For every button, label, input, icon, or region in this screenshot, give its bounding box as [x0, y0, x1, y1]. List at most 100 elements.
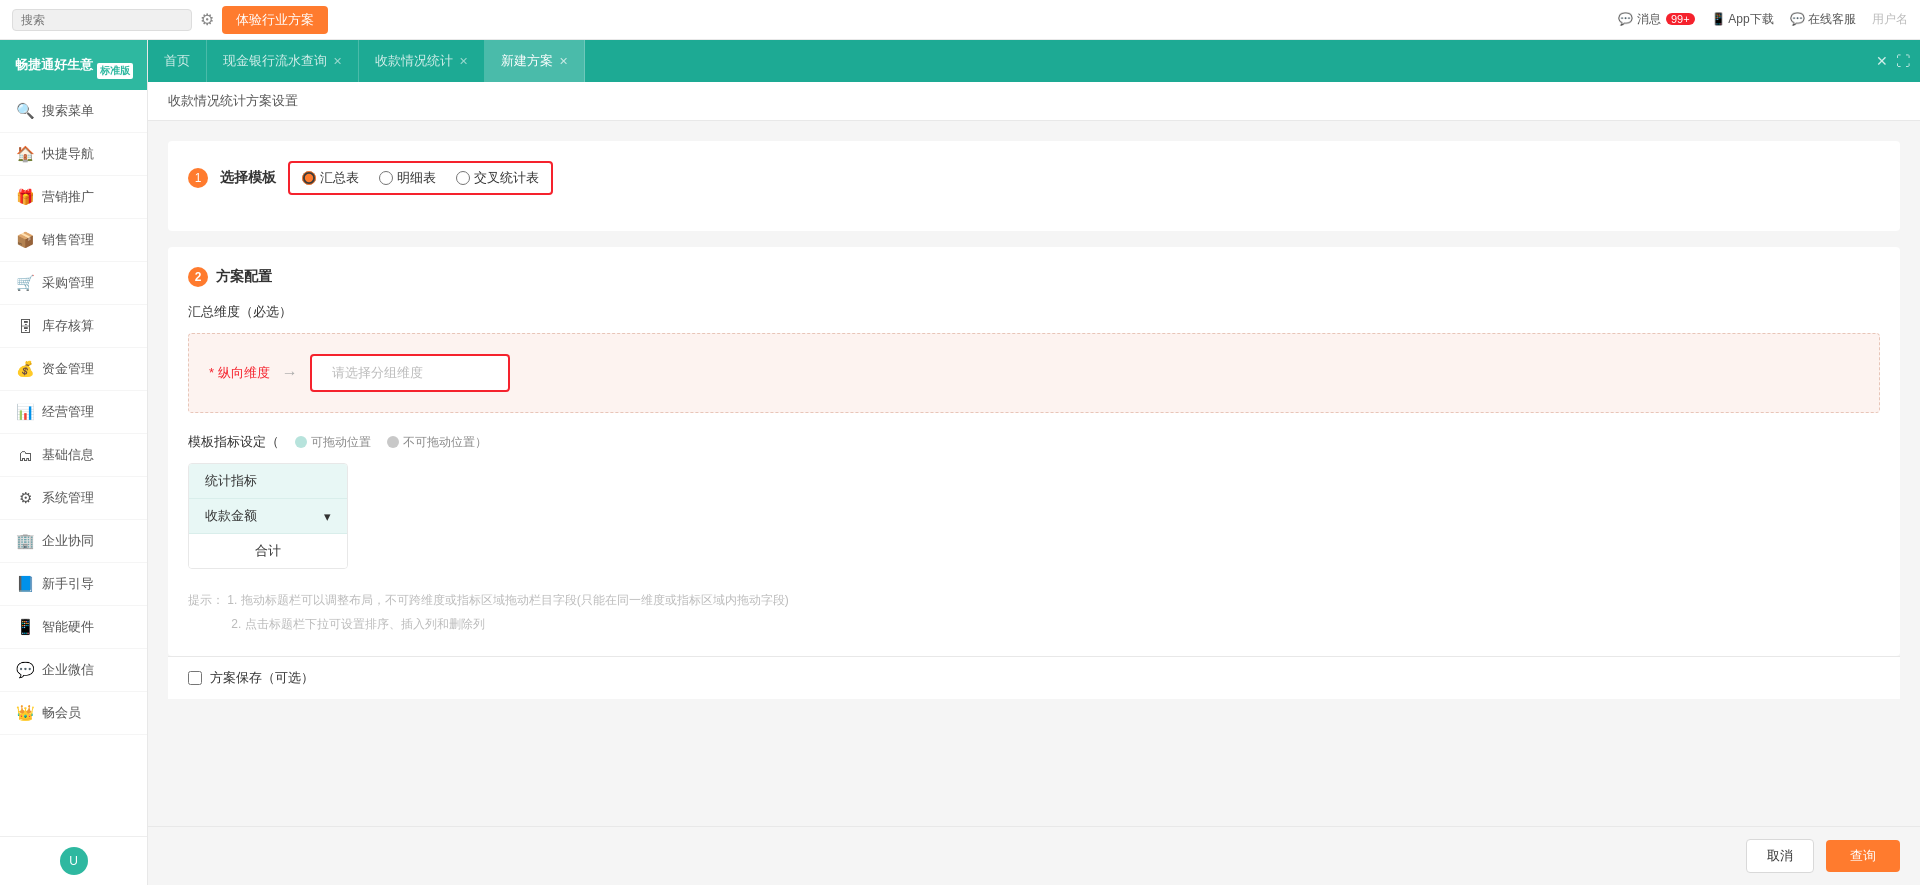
dimension-arrow-icon: →: [282, 364, 298, 382]
save-row: 方案保存（可选）: [168, 656, 1900, 699]
sidebar-item-inventory[interactable]: 🗄 库存核算: [0, 305, 147, 348]
message-badge: 99+: [1666, 13, 1695, 25]
sidebar-label-operations: 经营管理: [42, 403, 94, 421]
no-drag-hint: 不可拖动位置）: [387, 434, 487, 451]
tab-bank-flow[interactable]: 现金银行流水查询 ✕: [207, 40, 359, 82]
radio-cross[interactable]: 交叉统计表: [456, 169, 539, 187]
sidebar-item-finance[interactable]: 💰 资金管理: [0, 348, 147, 391]
sidebar-item-sales[interactable]: 📦 销售管理: [0, 219, 147, 262]
tab-new-plan-label: 新建方案: [501, 52, 553, 70]
indicators-section: 模板指标设定（ 可拖动位置 不可拖动位置）: [188, 433, 1880, 572]
step1-section: 1 选择模板 汇总表 明细表: [168, 141, 1900, 231]
close-window-icon[interactable]: ✕: [1876, 53, 1888, 69]
sidebar-label-member: 畅会员: [42, 704, 81, 722]
sidebar-label-sales: 销售管理: [42, 231, 94, 249]
gear-icon[interactable]: ⚙: [200, 10, 214, 29]
sidebar-label-base-info: 基础信息: [42, 446, 94, 464]
indicators-table: 统计指标 收款金额 ▾ 合计: [188, 463, 348, 569]
message-label: 消息: [1637, 12, 1661, 26]
radio-detail-label: 明细表: [397, 169, 436, 187]
sidebar-item-guide[interactable]: 📘 新手引导: [0, 563, 147, 606]
sidebar-item-search-menu[interactable]: 🔍 搜索菜单: [0, 90, 147, 133]
tab-collection-stats-close[interactable]: ✕: [459, 55, 468, 68]
sidebar-item-smart-hw[interactable]: 📱 智能硬件: [0, 606, 147, 649]
wechat-icon: 💬: [16, 661, 34, 679]
tab-collection-stats[interactable]: 收款情况统计 ✕: [359, 40, 485, 82]
save-checkbox-label: 方案保存（可选）: [210, 669, 314, 687]
drag-hint: 可拖动位置: [295, 434, 371, 451]
purchase-icon: 🛒: [16, 274, 34, 292]
system-icon: ⚙: [16, 489, 34, 507]
radio-summary[interactable]: 汇总表: [302, 169, 359, 187]
content-area: 首页 现金银行流水查询 ✕ 收款情况统计 ✕ 新建方案 ✕ ✕ ⛶: [148, 40, 1920, 885]
drag-hint-label: 可拖动位置: [311, 434, 371, 451]
tab-new-plan-close[interactable]: ✕: [559, 55, 568, 68]
step1-title: 选择模板: [220, 169, 276, 187]
tab-home[interactable]: 首页: [148, 40, 207, 82]
indicators-total-cell: 合计: [189, 534, 347, 568]
dimension-area: * 纵向维度 → 请选择分组维度: [188, 333, 1880, 413]
sidebar-label-smart-hw: 智能硬件: [42, 618, 94, 636]
tab-new-plan[interactable]: 新建方案 ✕: [485, 40, 585, 82]
breadcrumb: 收款情况统计方案设置: [168, 93, 298, 108]
sidebar-item-quick-nav[interactable]: 🏠 快捷导航: [0, 133, 147, 176]
avatar[interactable]: U: [60, 847, 88, 875]
sidebar-item-operations[interactable]: 📊 经营管理: [0, 391, 147, 434]
cancel-button[interactable]: 取消: [1746, 839, 1814, 873]
logo-badge: 标准版: [97, 63, 133, 79]
header-search-input[interactable]: [12, 9, 192, 31]
step1-row: 1 选择模板 汇总表 明细表: [188, 161, 1880, 195]
dimension-placeholder[interactable]: 请选择分组维度: [310, 354, 510, 392]
header-right: 💬 消息 99+ 📱 App下载 💬 在线客服 用户名: [1618, 11, 1908, 28]
dimension-sub-title: 汇总维度（必选）: [188, 303, 1880, 321]
radio-detail[interactable]: 明细表: [379, 169, 436, 187]
sidebar-label-system: 系统管理: [42, 489, 94, 507]
tips-section: 提示： 1. 拖动标题栏可以调整布局，不可跨维度或指标区域拖动栏目字段(只能在同…: [188, 588, 1880, 636]
sidebar-item-enterprise[interactable]: 🏢 企业协同: [0, 520, 147, 563]
sidebar-item-purchase[interactable]: 🛒 采购管理: [0, 262, 147, 305]
radio-cross-label: 交叉统计表: [474, 169, 539, 187]
tips-line2: 2. 点击标题栏下拉可设置排序、插入列和删除列: [231, 617, 484, 631]
download-link[interactable]: 📱 App下载: [1711, 11, 1774, 28]
inventory-icon: 🗄: [16, 318, 34, 335]
sidebar-label-finance: 资金管理: [42, 360, 94, 378]
sidebar-item-member[interactable]: 👑 畅会员: [0, 692, 147, 735]
tab-bar-right: ✕ ⛶: [1876, 40, 1920, 82]
trial-button[interactable]: 体验行业方案: [222, 6, 328, 34]
radio-detail-input[interactable]: [379, 171, 393, 185]
header-left: ⚙ 体验行业方案: [12, 6, 328, 34]
step2-title: 2 方案配置: [188, 267, 1880, 287]
maximize-icon[interactable]: ⛶: [1896, 53, 1910, 69]
radio-cross-input[interactable]: [456, 171, 470, 185]
step2-section: 2 方案配置 汇总维度（必选） * 纵向维度 → 请选择分组维度: [168, 247, 1900, 656]
sidebar: 畅捷通好生意 标准版 🔍 搜索菜单 🏠 快捷导航 🎁 营销推广 📦 销售管理 🛒…: [0, 40, 148, 885]
top-header: ⚙ 体验行业方案 💬 消息 99+ 📱 App下载 💬 在线客服 用户名: [0, 0, 1920, 40]
indicators-col-header[interactable]: 收款金额 ▾: [189, 499, 347, 534]
sidebar-item-system[interactable]: ⚙ 系统管理: [0, 477, 147, 520]
radio-summary-label: 汇总表: [320, 169, 359, 187]
indicators-header: 模板指标设定（ 可拖动位置 不可拖动位置）: [188, 433, 1880, 451]
query-button[interactable]: 查询: [1826, 840, 1900, 872]
sidebar-item-marketing[interactable]: 🎁 营销推广: [0, 176, 147, 219]
search-icon: 🔍: [16, 102, 34, 120]
sidebar-item-wechat[interactable]: 💬 企业微信: [0, 649, 147, 692]
step2-num: 2: [188, 267, 208, 287]
finance-icon: 💰: [16, 360, 34, 378]
home-icon: 🏠: [16, 145, 34, 163]
tips-label: 提示：: [188, 593, 224, 607]
tab-bank-flow-close[interactable]: ✕: [333, 55, 342, 68]
radio-summary-input[interactable]: [302, 171, 316, 185]
sidebar-label-enterprise: 企业协同: [42, 532, 94, 550]
sidebar-label-quick-nav: 快捷导航: [42, 145, 94, 163]
sidebar-item-base-info[interactable]: 🗂 基础信息: [0, 434, 147, 477]
save-checkbox[interactable]: [188, 671, 202, 685]
service-link[interactable]: 💬 在线客服: [1790, 11, 1856, 28]
chevron-down-icon[interactable]: ▾: [324, 509, 331, 524]
tips-line1: 1. 拖动标题栏可以调整布局，不可跨维度或指标区域拖动栏目字段(只能在同一维度或…: [227, 593, 788, 607]
message-icon[interactable]: 💬 消息 99+: [1618, 11, 1694, 28]
logo-text: 畅捷通好生意: [15, 56, 93, 74]
drag-dot-icon: [295, 436, 307, 448]
indicators-title: 模板指标设定（: [188, 433, 279, 451]
step1-num: 1: [188, 168, 208, 188]
tab-collection-stats-label: 收款情况统计: [375, 52, 453, 70]
